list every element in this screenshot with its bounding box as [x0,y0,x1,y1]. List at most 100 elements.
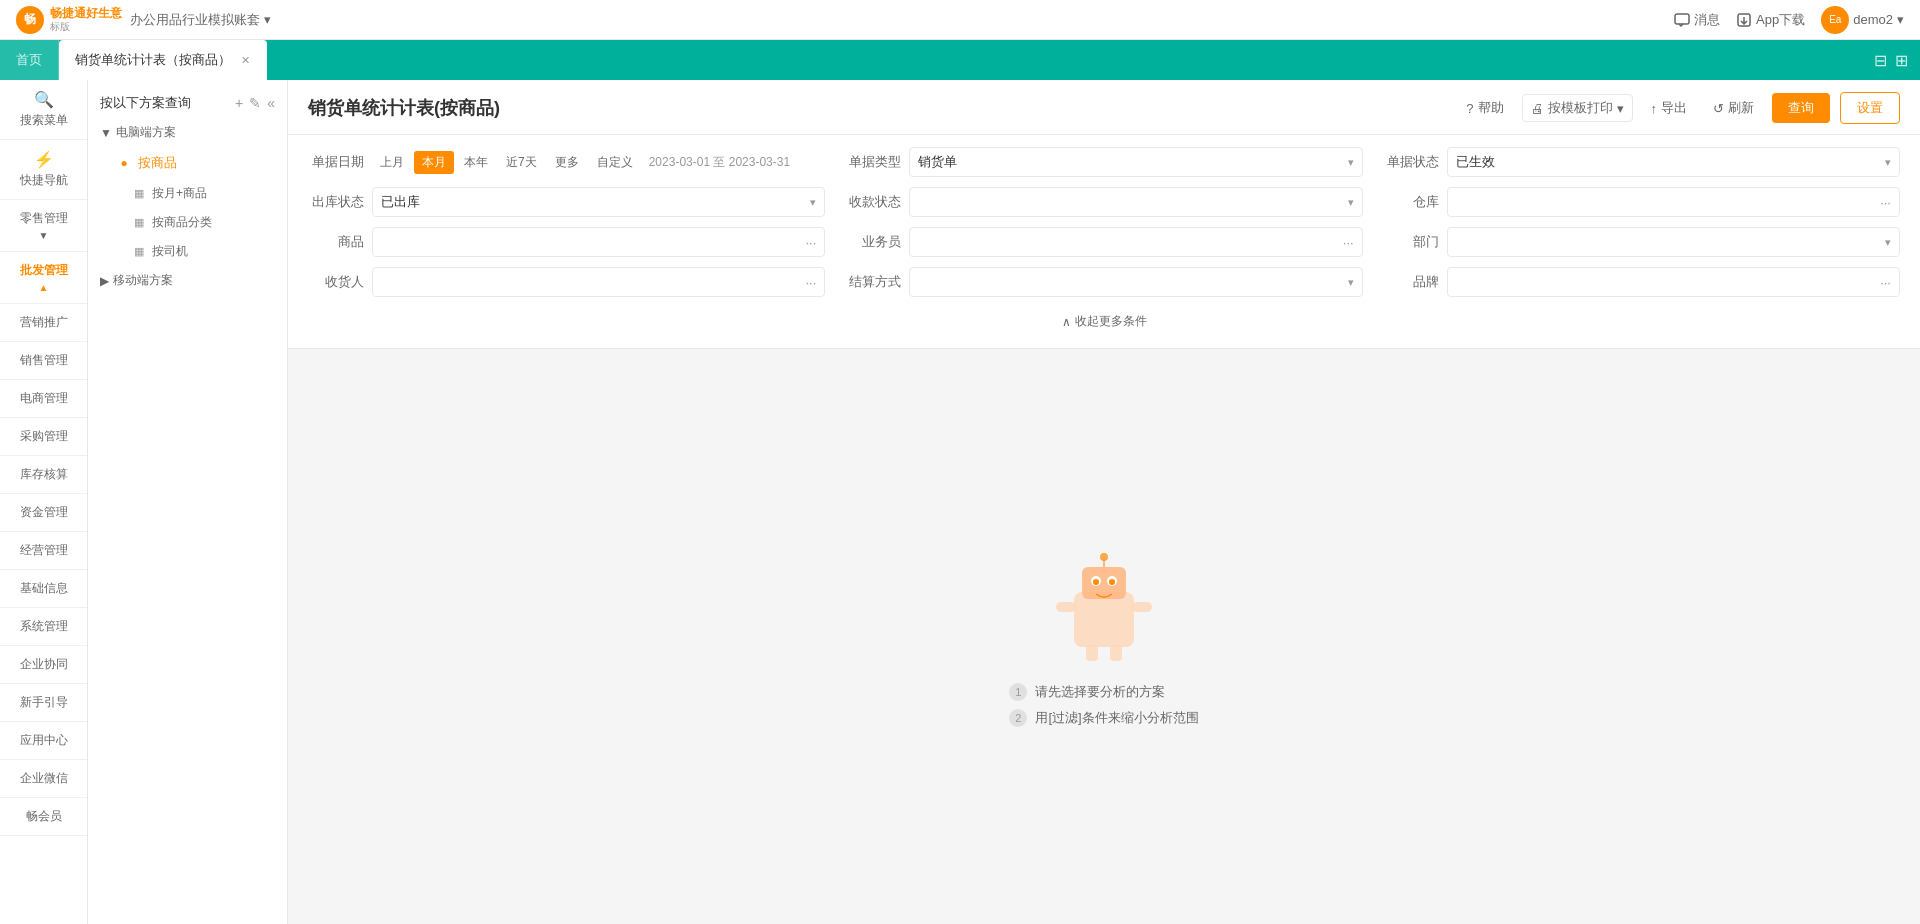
print-btn[interactable]: 🖨 按模板打印 ▾ [1522,94,1633,122]
svg-rect-2 [1074,592,1134,647]
date-tab-thismonth[interactable]: 本月 [414,151,454,174]
app-download-btn[interactable]: App下载 [1736,11,1805,29]
edit-scheme-icon[interactable]: ✎ [249,95,261,111]
settlement-label: 结算方式 [845,273,901,291]
sidebar-item-member[interactable]: 畅会员 [0,798,87,836]
sidebar-item-ecommerce[interactable]: 电商管理 [0,380,87,418]
svg-rect-3 [1082,567,1126,599]
left-panel-title: 按以下方案查询 [100,94,191,112]
filter-settlement: 结算方式 ▾ [845,267,1362,297]
collapse-panel-icon[interactable]: « [267,95,275,111]
out-status-label: 出库状态 [308,193,364,211]
query-button[interactable]: 查询 [1772,93,1830,123]
more-icon: ··· [805,275,816,290]
logo-area: 畅 畅捷通好生意 标版 [16,6,122,34]
svg-rect-9 [1132,602,1152,612]
svg-rect-11 [1110,645,1122,661]
filter-row-2: 出库状态 已出库 ▾ 收款状态 ▾ [308,187,1900,217]
scheme-by-cashier[interactable]: ▦ 按司机 [88,237,287,266]
date-tab-last7days[interactable]: 近7天 [498,151,545,174]
user-menu[interactable]: Ea demo2 ▾ [1821,6,1904,34]
more-icon: ··· [1343,235,1354,250]
date-tab-more[interactable]: 更多 [547,151,587,174]
date-tab-thisyear[interactable]: 本年 [456,151,496,174]
sidebar-item-search[interactable]: 🔍 搜索菜单 [0,80,87,140]
sidebar-item-basic[interactable]: 基础信息 [0,570,87,608]
filter-product: 商品 ··· [308,227,825,257]
filter-area: 单据日期 上月 本月 本年 近7天 更多 自定义 2023-03-01 至 20… [288,135,1920,349]
pc-scheme-header[interactable]: ▼ 电脑端方案 [88,118,287,147]
sidebar-item-newbie[interactable]: 新手引导 [0,684,87,722]
doc-status-label: 单据状态 [1383,153,1439,171]
department-control[interactable]: ▾ [1447,227,1900,257]
scheme-by-category[interactable]: ▦ 按商品分类 [88,208,287,237]
more-icon: ··· [805,235,816,250]
chevron-down-icon: ▾ [1885,236,1891,249]
doc-type-control[interactable]: 销货单 ▾ [909,147,1362,177]
chevron-down-icon: ▾ [264,12,271,27]
app-subtitle: 标版 [50,21,122,33]
date-tab-lastmonth[interactable]: 上月 [372,151,412,174]
tab-report[interactable]: 销货单统计计表（按商品） ✕ [59,40,267,80]
filter-receiver: 收货人 ··· [308,267,825,297]
doc-status-control[interactable]: 已生效 ▾ [1447,147,1900,177]
payment-status-label: 收款状态 [845,193,901,211]
tab-close-icon[interactable]: ✕ [241,54,250,67]
sidebar: 🔍 搜索菜单 ⚡ 快捷导航 零售管理 ▼ 批发管理 ▲ 营销推广 销售管理 电商… [0,80,88,924]
add-scheme-btn[interactable]: + [235,95,243,111]
sidebar-item-retail[interactable]: 零售管理 ▼ [0,200,87,252]
sidebar-item-enterprise[interactable]: 企业协同 [0,646,87,684]
sidebar-item-purchase[interactable]: 采购管理 [0,418,87,456]
chevron-down-icon: ▾ [1897,12,1904,27]
svg-rect-8 [1056,602,1076,612]
tab-minimize-icon[interactable]: ⊟ [1874,51,1887,70]
sidebar-item-finance[interactable]: 资金管理 [0,494,87,532]
settlement-control[interactable]: ▾ [909,267,1362,297]
help-btn[interactable]: ? 帮助 [1458,95,1511,121]
tab-home[interactable]: 首页 [0,40,59,80]
scheme-by-product[interactable]: ● 按商品 [88,147,287,179]
warehouse-control[interactable]: ··· [1447,187,1900,217]
refresh-btn[interactable]: ↺ 刷新 [1705,95,1762,121]
filter-row-3: 商品 ··· 业务员 ··· [308,227,1900,257]
download-icon [1736,12,1752,28]
salesperson-control[interactable]: ··· [909,227,1362,257]
sidebar-item-inventory[interactable]: 库存核算 [0,456,87,494]
out-status-control[interactable]: 已出库 ▾ [372,187,825,217]
page-title: 销货单统计计表(按商品) [308,96,500,120]
sidebar-item-wholesale[interactable]: 批发管理 ▲ [0,252,87,304]
sidebar-item-marketing[interactable]: 营销推广 [0,304,87,342]
message-icon [1674,12,1690,28]
sidebar-item-system[interactable]: 系统管理 [0,608,87,646]
empty-tip-2: 2 用[过滤]条件来缩小分析范围 [1009,709,1198,727]
collapse-filter-btn[interactable]: ∧ 收起更多条件 [308,307,1900,336]
chevron-down-icon: ▾ [1348,196,1354,209]
date-tab-custom[interactable]: 自定义 [589,151,641,174]
sidebar-item-quick-nav[interactable]: ⚡ 快捷导航 [0,140,87,200]
department-label: 部门 [1383,233,1439,251]
tab-expand-icon[interactable]: ⊞ [1895,51,1908,70]
settings-button[interactable]: 设置 [1840,92,1900,124]
product-control[interactable]: ··· [372,227,825,257]
filter-date: 单据日期 上月 本月 本年 近7天 更多 自定义 2023-03-01 至 20… [308,151,825,174]
message-btn[interactable]: 消息 [1674,11,1720,29]
tab-bar: 首页 销货单统计计表（按商品） ✕ ⊟ ⊞ [0,40,1920,80]
sidebar-item-wechat[interactable]: 企业微信 [0,760,87,798]
left-panel-header: 按以下方案查询 + ✎ « [88,88,287,118]
sidebar-item-sales[interactable]: 销售管理 [0,342,87,380]
receiver-control[interactable]: ··· [372,267,825,297]
export-icon: ↑ [1651,101,1658,116]
scheme-by-month-product[interactable]: ▦ 按月+商品 [88,179,287,208]
chevron-down-icon: ▾ [1617,101,1624,116]
sidebar-item-operation[interactable]: 经营管理 [0,532,87,570]
app-selector[interactable]: 办公用品行业模拟账套 ▾ [130,11,271,29]
app-name: 畅捷通好生意 [50,6,122,20]
search-icon: 🔍 [34,90,54,109]
mobile-scheme-group: ▶ 移动端方案 [88,266,287,295]
sidebar-item-appcenter[interactable]: 应用中心 [0,722,87,760]
payment-status-control[interactable]: ▾ [909,187,1362,217]
brand-control[interactable]: ··· [1447,267,1900,297]
svg-rect-0 [1675,14,1689,24]
export-btn[interactable]: ↑ 导出 [1643,95,1696,121]
mobile-scheme-header[interactable]: ▶ 移动端方案 [88,266,287,295]
